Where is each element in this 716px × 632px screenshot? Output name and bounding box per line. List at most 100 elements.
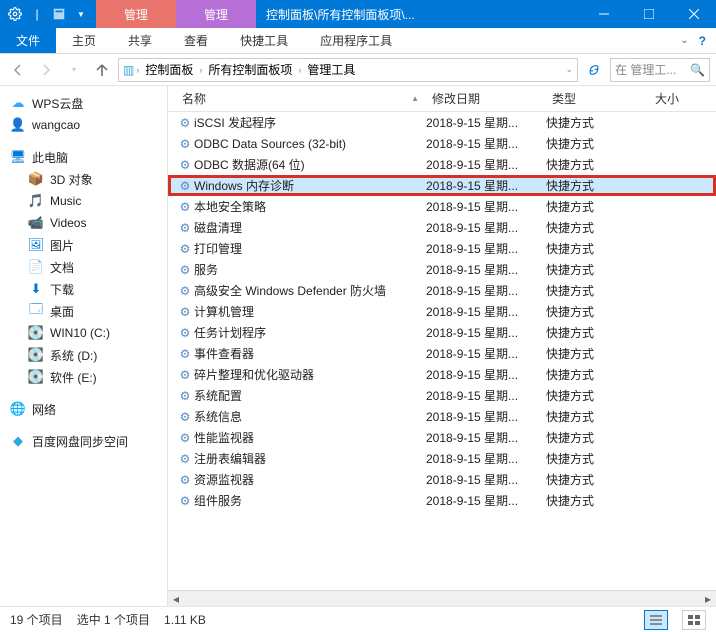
tree-item[interactable]: 🖥此电脑 [0,146,167,168]
file-row[interactable]: ⚙任务计划程序2018-9-15 星期...快捷方式 [168,322,716,343]
expand-ribbon-icon[interactable]: ⌄ [680,35,688,46]
settings-icon[interactable] [4,0,26,28]
qat-dropdown-icon[interactable]: ▼ [70,0,92,28]
file-row[interactable]: ⚙事件查看器2018-9-15 星期...快捷方式 [168,343,716,364]
tree-icon: 💽 [28,347,44,363]
file-row[interactable]: ⚙iSCSI 发起程序2018-9-15 星期...快捷方式 [168,112,716,133]
minimize-button[interactable] [581,0,626,28]
chevron-down-icon[interactable]: ⌄ [565,64,573,75]
tree-item[interactable]: 🎵Music [0,190,167,212]
file-row[interactable]: ⚙ODBC Data Sources (32-bit)2018-9-15 星期.… [168,133,716,154]
forward-button[interactable] [34,58,58,82]
shortcut-icon: ⚙ [176,430,194,446]
window-title: 控制面板\所有控制面板项\... [256,6,581,23]
file-row[interactable]: ⚙资源监视器2018-9-15 星期...快捷方式 [168,469,716,490]
maximize-button[interactable] [626,0,671,28]
shortcut-icon: ⚙ [176,241,194,257]
column-type[interactable]: 类型 [546,90,626,107]
column-size[interactable]: 大小 [626,90,686,107]
details-view-button[interactable] [644,610,668,630]
ribbon-right: ⌄ ? [670,28,716,53]
breadcrumb-seg[interactable]: 控制面板 [141,61,197,78]
tree-item[interactable]: 🌐网络 [0,398,167,420]
help-icon[interactable]: ? [699,34,706,48]
file-row[interactable]: ⚙打印管理2018-9-15 星期...快捷方式 [168,238,716,259]
file-type: 快捷方式 [546,450,626,467]
sort-asc-icon: ▲ [411,94,419,103]
context-tab-manage-2[interactable]: 管理 [176,0,256,28]
breadcrumb-seg[interactable]: 管理工具 [303,61,359,78]
breadcrumb-seg[interactable]: 所有控制面板项 [204,61,296,78]
horizontal-scrollbar[interactable]: ◂ ▸ [168,590,716,606]
file-row[interactable]: ⚙计算机管理2018-9-15 星期...快捷方式 [168,301,716,322]
tree-item[interactable]: 🗔桌面 [0,300,167,322]
tree-item[interactable]: 👤wangcao [0,114,167,136]
refresh-button[interactable] [582,63,606,77]
file-row[interactable]: ⚙系统配置2018-9-15 星期...快捷方式 [168,385,716,406]
file-row[interactable]: ⚙碎片整理和优化驱动器2018-9-15 星期...快捷方式 [168,364,716,385]
properties-icon[interactable] [48,0,70,28]
file-type: 快捷方式 [546,387,626,404]
file-row[interactable]: ⚙服务2018-9-15 星期...快捷方式 [168,259,716,280]
file-row[interactable]: ⚙磁盘清理2018-9-15 星期...快捷方式 [168,217,716,238]
up-button[interactable] [90,58,114,82]
search-icon[interactable]: 🔍 [690,63,705,77]
scroll-right-icon[interactable]: ▸ [700,591,716,607]
ribbon-tab[interactable]: 应用程序工具 [304,28,408,53]
context-tab-manage-1[interactable]: 管理 [96,0,176,28]
file-name: ODBC Data Sources (32-bit) [194,137,426,151]
tree-item[interactable]: ☁WPS云盘 [0,92,167,114]
tree-item[interactable]: 📄文档 [0,256,167,278]
file-row[interactable]: ⚙Windows 内存诊断2018-9-15 星期...快捷方式 [168,175,716,196]
ribbon-tab[interactable]: 快捷工具 [224,28,304,53]
file-type: 快捷方式 [546,219,626,236]
tree-item[interactable]: 📹Videos [0,212,167,234]
tree-icon: 🖥 [10,149,26,165]
file-menu[interactable]: 文件 [0,28,56,53]
file-name: 系统信息 [194,408,426,425]
breadcrumb[interactable]: ▥ › 控制面板 › 所有控制面板项 › 管理工具 ⌄ [118,58,578,82]
tree-item[interactable]: 🖼图片 [0,234,167,256]
tree-item[interactable]: 💽WIN10 (C:) [0,322,167,344]
column-date[interactable]: 修改日期 [426,90,546,107]
tree-label: 百度网盘同步空间 [32,433,128,450]
file-name: 碎片整理和优化驱动器 [194,366,426,383]
tree-item[interactable]: ⬇下载 [0,278,167,300]
file-type: 快捷方式 [546,471,626,488]
file-rows[interactable]: ⚙iSCSI 发起程序2018-9-15 星期...快捷方式⚙ODBC Data… [168,112,716,590]
file-row[interactable]: ⚙高级安全 Windows Defender 防火墙2018-9-15 星期..… [168,280,716,301]
ribbon-tab[interactable]: 主页 [56,28,112,53]
chevron-right-icon[interactable]: › [199,65,202,75]
breadcrumb-root-icon[interactable]: ▥ [123,63,134,77]
file-name: 高级安全 Windows Defender 防火墙 [194,282,426,299]
search-input[interactable]: 在 管理工... 🔍 [610,58,710,82]
chevron-right-icon[interactable]: › [298,65,301,75]
close-button[interactable] [671,0,716,28]
tree-item[interactable]: ◆百度网盘同步空间 [0,430,167,452]
file-type: 快捷方式 [546,240,626,257]
file-name: 性能监视器 [194,429,426,446]
file-row[interactable]: ⚙性能监视器2018-9-15 星期...快捷方式 [168,427,716,448]
tree-item[interactable]: 💽 系统 (D:) [0,344,167,366]
ribbon-tab[interactable]: 查看 [168,28,224,53]
navigation-tree[interactable]: ☁WPS云盘👤wangcao 🖥此电脑📦3D 对象🎵Music📹Videos🖼图片… [0,86,168,606]
recent-locations-icon[interactable]: ▾ [62,58,86,82]
tree-item[interactable]: 💽软件 (E:) [0,366,167,388]
ribbon: 文件 主页共享查看快捷工具应用程序工具 ⌄ ? [0,28,716,54]
file-row[interactable]: ⚙组件服务2018-9-15 星期...快捷方式 [168,490,716,511]
file-row[interactable]: ⚙注册表编辑器2018-9-15 星期...快捷方式 [168,448,716,469]
shortcut-icon: ⚙ [176,388,194,404]
column-name[interactable]: 名称▲ [176,90,426,107]
file-row[interactable]: ⚙本地安全策略2018-9-15 星期...快捷方式 [168,196,716,217]
file-row[interactable]: ⚙ODBC 数据源(64 位)2018-9-15 星期...快捷方式 [168,154,716,175]
tree-label: 系统 (D:) [50,347,97,364]
ribbon-tab[interactable]: 共享 [112,28,168,53]
tree-label: 3D 对象 [50,171,93,188]
tree-item[interactable]: 📦3D 对象 [0,168,167,190]
chevron-right-icon[interactable]: › [136,65,139,75]
back-button[interactable] [6,58,30,82]
icons-view-button[interactable] [682,610,706,630]
file-type: 快捷方式 [546,429,626,446]
file-row[interactable]: ⚙系统信息2018-9-15 星期...快捷方式 [168,406,716,427]
scroll-left-icon[interactable]: ◂ [168,591,184,607]
